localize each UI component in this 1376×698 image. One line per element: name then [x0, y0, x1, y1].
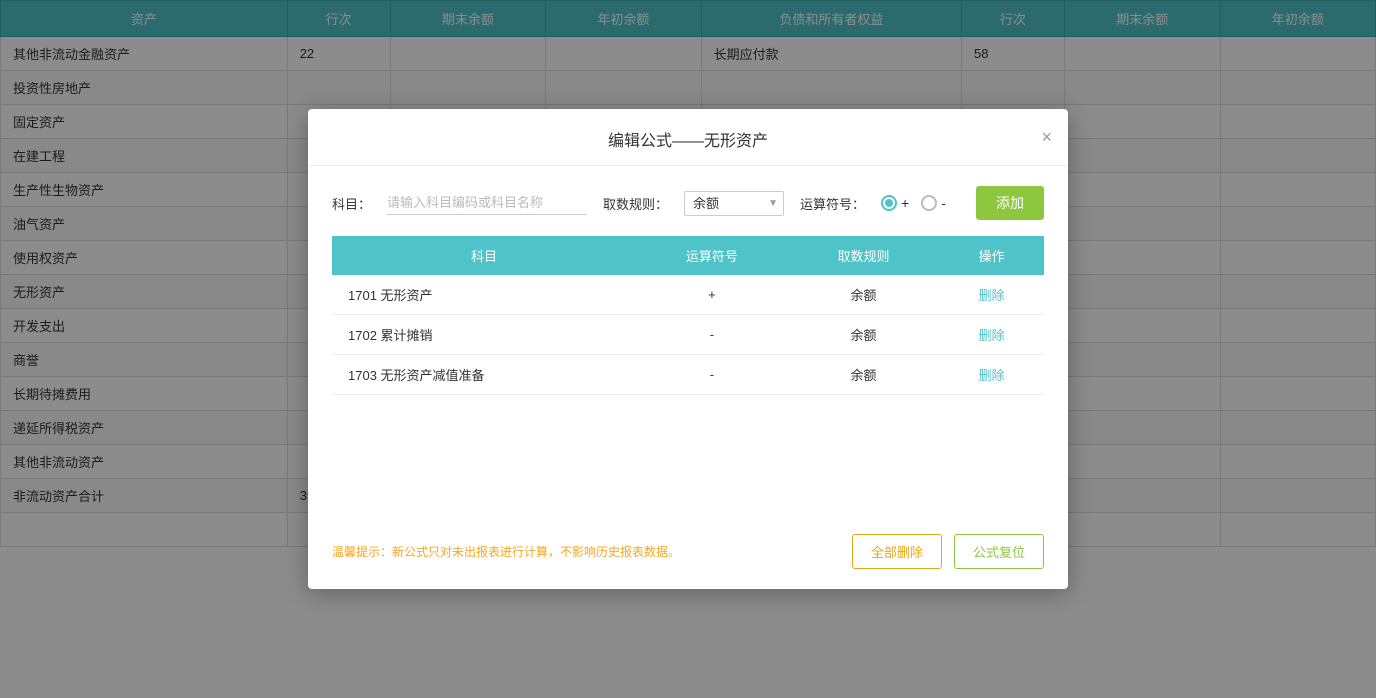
modal-header: 编辑公式——无形资产 × [308, 109, 1068, 166]
col-subject: 科目 [332, 236, 636, 275]
modal-table-row: 1702 累计摊销-余额 删除 [332, 315, 1044, 355]
reset-button[interactable]: 公式复位 [954, 534, 1044, 569]
modal-overlay: 编辑公式——无形资产 × 科目： 取数规则： 余额 借方 贷方 借方发生额 贷方… [0, 0, 1376, 698]
footer-buttons: 全部删除 公式复位 [852, 534, 1044, 569]
operator-radio-group: + - [881, 195, 946, 211]
modal-table-body: 1701 无形资产+余额删除1702 累计摊销-余额删除1703 无形资产减值准… [332, 275, 1044, 395]
modal-cell-action: 删除 [939, 275, 1044, 315]
modal-cell-operator: - [636, 315, 788, 355]
col-action: 操作 [939, 236, 1044, 275]
delete-all-button[interactable]: 全部删除 [852, 534, 942, 569]
modal-title: 编辑公式——无形资产 [608, 127, 768, 151]
modal-cell-action: 删除 [939, 315, 1044, 355]
modal-table-wrapper: 科目 运算符号 取数规则 操作 1701 无形资产+余额删除1702 累计摊销-… [308, 236, 1068, 518]
delete-row-button[interactable]: 删除 [979, 368, 1005, 383]
col-rule: 取数规则 [788, 236, 940, 275]
modal-cell-subject: 1703 无形资产减值准备 [332, 355, 636, 395]
operator-plus-circle [881, 195, 897, 211]
modal-cell-operator: - [636, 355, 788, 395]
rule-select[interactable]: 余额 借方 贷方 借方发生额 贷方发生额 [684, 191, 784, 216]
modal-form: 科目： 取数规则： 余额 借方 贷方 借方发生额 贷方发生额 ▼ 运算符号： + [308, 166, 1068, 236]
subject-label: 科目： [332, 194, 371, 213]
modal-cell-operator: + [636, 275, 788, 315]
col-operator: 运算符号 [636, 236, 788, 275]
delete-row-button[interactable]: 删除 [979, 288, 1005, 303]
operator-plus-label: + [901, 195, 909, 211]
modal-dialog: 编辑公式——无形资产 × 科目： 取数规则： 余额 借方 贷方 借方发生额 贷方… [308, 109, 1068, 589]
modal-table-row: 1703 无形资产减值准备-余额 删除 [332, 355, 1044, 395]
modal-table-row: 1701 无形资产+余额 删除 [332, 275, 1044, 315]
rule-select-wrapper: 余额 借方 贷方 借方发生额 贷方发生额 ▼ [684, 191, 784, 216]
operator-minus-radio[interactable]: - [921, 195, 946, 211]
operator-minus-circle [921, 195, 937, 211]
modal-inner-table: 科目 运算符号 取数规则 操作 1701 无形资产+余额删除1702 累计摊销-… [332, 236, 1044, 395]
operator-plus-radio[interactable]: + [881, 195, 909, 211]
add-button[interactable]: 添加 [976, 186, 1044, 220]
operator-minus-label: - [941, 195, 946, 211]
modal-cell-rule: 余额 [788, 275, 940, 315]
delete-row-button[interactable]: 删除 [979, 328, 1005, 343]
footer-hint: 温馨提示：新公式只对未出报表进行计算，不影响历史报表数据。 [332, 543, 680, 560]
modal-cell-action: 删除 [939, 355, 1044, 395]
rule-label: 取数规则： [603, 194, 668, 213]
modal-cell-rule: 余额 [788, 355, 940, 395]
modal-footer: 温馨提示：新公式只对未出报表进行计算，不影响历史报表数据。 全部删除 公式复位 [308, 518, 1068, 589]
modal-close-button[interactable]: × [1041, 128, 1052, 146]
modal-table-head: 科目 运算符号 取数规则 操作 [332, 236, 1044, 275]
modal-cell-rule: 余额 [788, 315, 940, 355]
subject-input[interactable] [387, 191, 587, 215]
modal-cell-subject: 1701 无形资产 [332, 275, 636, 315]
operator-label: 运算符号： [800, 194, 865, 213]
modal-cell-subject: 1702 累计摊销 [332, 315, 636, 355]
